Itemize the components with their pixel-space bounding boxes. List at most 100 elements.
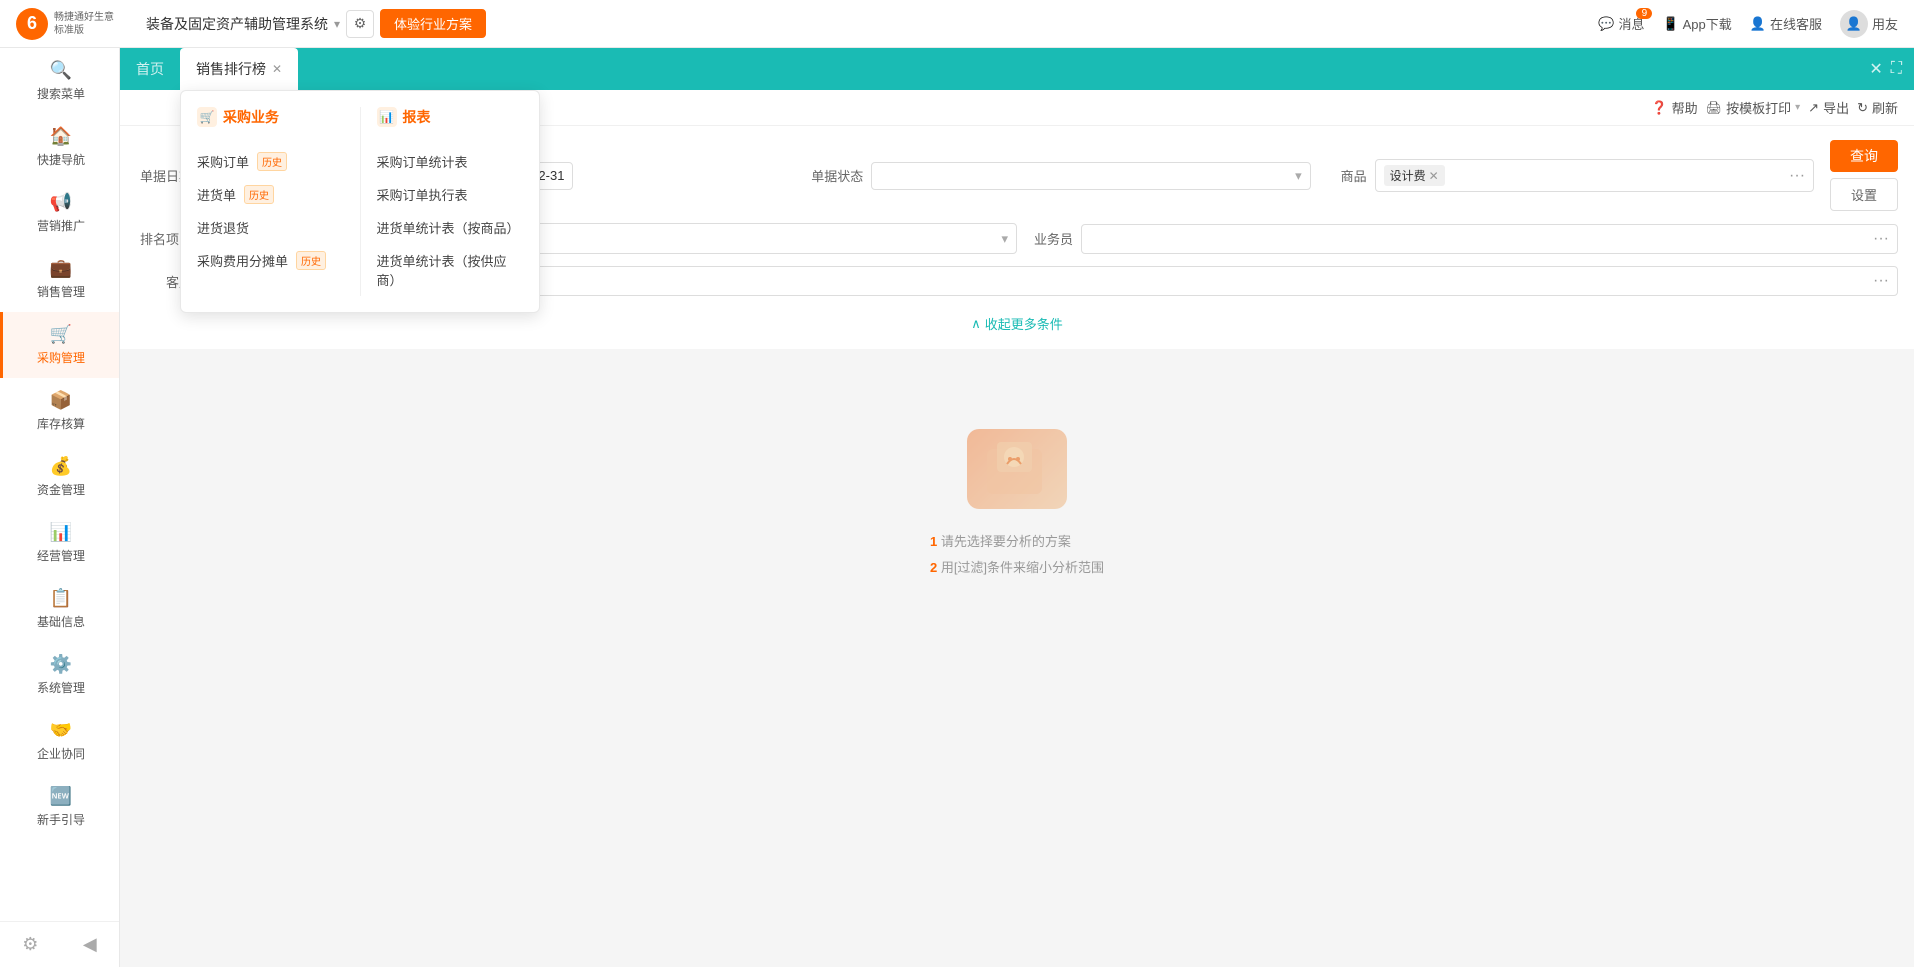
sidebar-item-guide[interactable]: 🆕 新手引导: [0, 774, 119, 840]
tab-home[interactable]: 首页: [120, 48, 180, 90]
export-icon: ↗: [1808, 100, 1819, 116]
topbar: 6 畅捷通好生意 标准版 装备及固定资产辅助管理系统 ▾ ⚙ 体验行业方案 💬 …: [0, 0, 1914, 48]
export-button[interactable]: ↗ 导出: [1808, 98, 1849, 117]
message-button[interactable]: 💬 消息 9: [1598, 14, 1644, 33]
industry-button[interactable]: 体验行业方案: [380, 9, 486, 38]
status-select[interactable]: ▾: [871, 162, 1310, 190]
menu-item-stock-return[interactable]: 进货退货: [197, 211, 344, 244]
sidebar: 🔍 搜索菜单 🏠 快捷导航 📢 营销推广 💼 销售管理 🛒 采购管理 📦 库存核…: [0, 48, 120, 967]
app-download-button[interactable]: 📱 App下载: [1662, 14, 1731, 33]
tab-bar: 首页 销售排行榜 ✕ 🛒 采购业务 采购订: [120, 48, 1914, 90]
goods-tag: 设计费 ✕: [1384, 165, 1445, 186]
customer-more[interactable]: ···: [1873, 272, 1889, 290]
sidebar-collapse-icon[interactable]: ◀: [83, 934, 97, 955]
print-dropdown-icon[interactable]: ▾: [1795, 102, 1800, 113]
query-button[interactable]: 查询: [1830, 140, 1898, 172]
menu-item-stock-stats-goods[interactable]: 进货单统计表（按商品）: [377, 211, 524, 244]
filter-cell-goods: 商品 设计费 ✕ ···: [1311, 159, 1814, 192]
empty-tips: 1 请先选择要分析的方案 2 用[过滤]条件来缩小分析范围: [930, 529, 1104, 581]
menu-item-stock-stats-supplier[interactable]: 进货单统计表（按供应商）: [377, 244, 524, 296]
dropdown-divider: [360, 107, 361, 296]
print-button[interactable]: 🖨 按模板打印 ▾: [1706, 98, 1801, 117]
system-name: 装备及固定资产辅助管理系统: [146, 14, 328, 34]
purchase-col-header: 🛒 采购业务: [197, 107, 344, 133]
message-badge: 9: [1636, 8, 1652, 19]
online-service-button[interactable]: 👤 在线客服: [1750, 14, 1822, 33]
report-col-header: 📊 报表: [377, 107, 524, 133]
sidebar-item-search[interactable]: 🔍 搜索菜单: [0, 48, 119, 114]
purchase-icon: 🛒: [50, 324, 72, 345]
main-layout: 🔍 搜索菜单 🏠 快捷导航 📢 营销推广 💼 销售管理 🛒 采购管理 📦 库存核…: [0, 48, 1914, 967]
history-badge: 历史: [296, 251, 326, 270]
salesman-input[interactable]: ···: [1081, 224, 1898, 254]
purchase-dropdown-menu: 🛒 采购业务 采购订单 历史 进货单 历史: [180, 90, 540, 313]
menu-item-stock-in[interactable]: 进货单 历史: [197, 178, 344, 211]
phone-icon: 📱: [1662, 16, 1678, 32]
sidebar-item-sales[interactable]: 💼 销售管理: [0, 246, 119, 312]
toolbar-right: ❓ 帮助 🖨 按模板打印 ▾ ↗ 导出 ↻ 刷新: [1651, 98, 1898, 117]
tab-close-all-icon[interactable]: ✕: [1869, 59, 1882, 79]
settings-button[interactable]: ⚙: [346, 10, 374, 38]
service-icon: 👤: [1750, 16, 1766, 32]
empty-svg: [977, 434, 1057, 504]
search-icon: 🔍: [50, 60, 72, 81]
tab-expand-icon[interactable]: ⛶: [1891, 60, 1902, 78]
help-button[interactable]: ❓ 帮助: [1651, 98, 1697, 117]
rank-dropdown-icon: ▾: [1001, 231, 1008, 247]
salesman-label: 业务员: [1017, 229, 1073, 248]
action-buttons: 查询 设置: [1830, 140, 1898, 211]
tab-close-icon[interactable]: ✕: [272, 62, 282, 76]
sidebar-item-basic[interactable]: 📋 基础信息: [0, 576, 119, 642]
history-badge: 历史: [257, 152, 287, 171]
menu-item-po-stats[interactable]: 采购订单统计表: [377, 145, 524, 178]
user-menu-button[interactable]: 👤 用友: [1840, 10, 1898, 38]
logo: 6 畅捷通好生意 标准版: [16, 8, 136, 40]
finance-icon: 💰: [50, 456, 72, 477]
menu-item-purchase-order[interactable]: 采购订单 历史: [197, 145, 344, 178]
menu-item-po-exec[interactable]: 采购订单执行表: [377, 178, 524, 211]
logo-icon: 6: [16, 8, 48, 40]
sidebar-bottom: ⚙ ◀: [0, 921, 119, 967]
logo-text: 畅捷通好生意 标准版: [54, 11, 114, 37]
operations-icon: 📊: [50, 522, 72, 543]
empty-illustration: [967, 429, 1067, 509]
goods-more-dots[interactable]: ···: [1789, 167, 1805, 185]
guide-icon: 🆕: [50, 786, 72, 807]
goods-tag-close[interactable]: ✕: [1429, 169, 1439, 183]
dropdown-arrow-icon[interactable]: ▾: [334, 17, 340, 31]
sidebar-settings-icon[interactable]: ⚙: [22, 934, 38, 955]
menu-item-purchase-expense[interactable]: 采购费用分摊单 历史: [197, 244, 344, 277]
sidebar-item-enterprise[interactable]: 🤝 企业协同: [0, 708, 119, 774]
dropdown-col-report: 📊 报表 采购订单统计表 采购订单执行表 进货单统计表（按商品）: [377, 107, 524, 296]
collapse-button[interactable]: ∧ 收起更多条件: [971, 308, 1063, 339]
history-badge: 历史: [244, 185, 274, 204]
content-area: 首页 销售排行榜 ✕ 🛒 采购业务 采购订: [120, 48, 1914, 967]
inventory-icon: 📦: [50, 390, 72, 411]
goods-input[interactable]: 设计费 ✕ ···: [1375, 159, 1814, 192]
sales-icon: 💼: [50, 258, 72, 279]
print-icon: 🖨: [1706, 100, 1723, 116]
sidebar-item-finance[interactable]: 💰 资金管理: [0, 444, 119, 510]
home-icon: 🏠: [50, 126, 72, 147]
system-icon: ⚙️: [50, 654, 72, 675]
status-dropdown-icon: ▾: [1295, 168, 1302, 184]
tab-bar-right: ✕ ⛶: [1857, 48, 1914, 90]
dropdown-col-purchase: 🛒 采购业务 采购订单 历史 进货单 历史: [197, 107, 344, 296]
filter-cell-status: 单据状态 ▾: [807, 162, 1310, 190]
sidebar-item-system[interactable]: ⚙️ 系统管理: [0, 642, 119, 708]
purchase-col-icon: 🛒: [197, 107, 217, 127]
goods-label: 商品: [1311, 166, 1367, 185]
avatar: 👤: [1840, 10, 1868, 38]
sidebar-item-inventory[interactable]: 📦 库存核算: [0, 378, 119, 444]
sidebar-item-nav[interactable]: 🏠 快捷导航: [0, 114, 119, 180]
sidebar-item-purchase[interactable]: 🛒 采购管理: [0, 312, 119, 378]
sidebar-item-operations[interactable]: 📊 经营管理: [0, 510, 119, 576]
collapse-icon: ∧: [971, 316, 981, 332]
set-button[interactable]: 设置: [1830, 178, 1898, 211]
tab-sales-rank[interactable]: 销售排行榜 ✕ 🛒 采购业务 采购订单 历史: [180, 48, 298, 90]
refresh-button[interactable]: ↻ 刷新: [1857, 98, 1898, 117]
salesman-more[interactable]: ···: [1873, 230, 1889, 248]
sidebar-item-marketing[interactable]: 📢 营销推广: [0, 180, 119, 246]
basic-icon: 📋: [50, 588, 72, 609]
message-icon: 💬: [1598, 16, 1614, 32]
